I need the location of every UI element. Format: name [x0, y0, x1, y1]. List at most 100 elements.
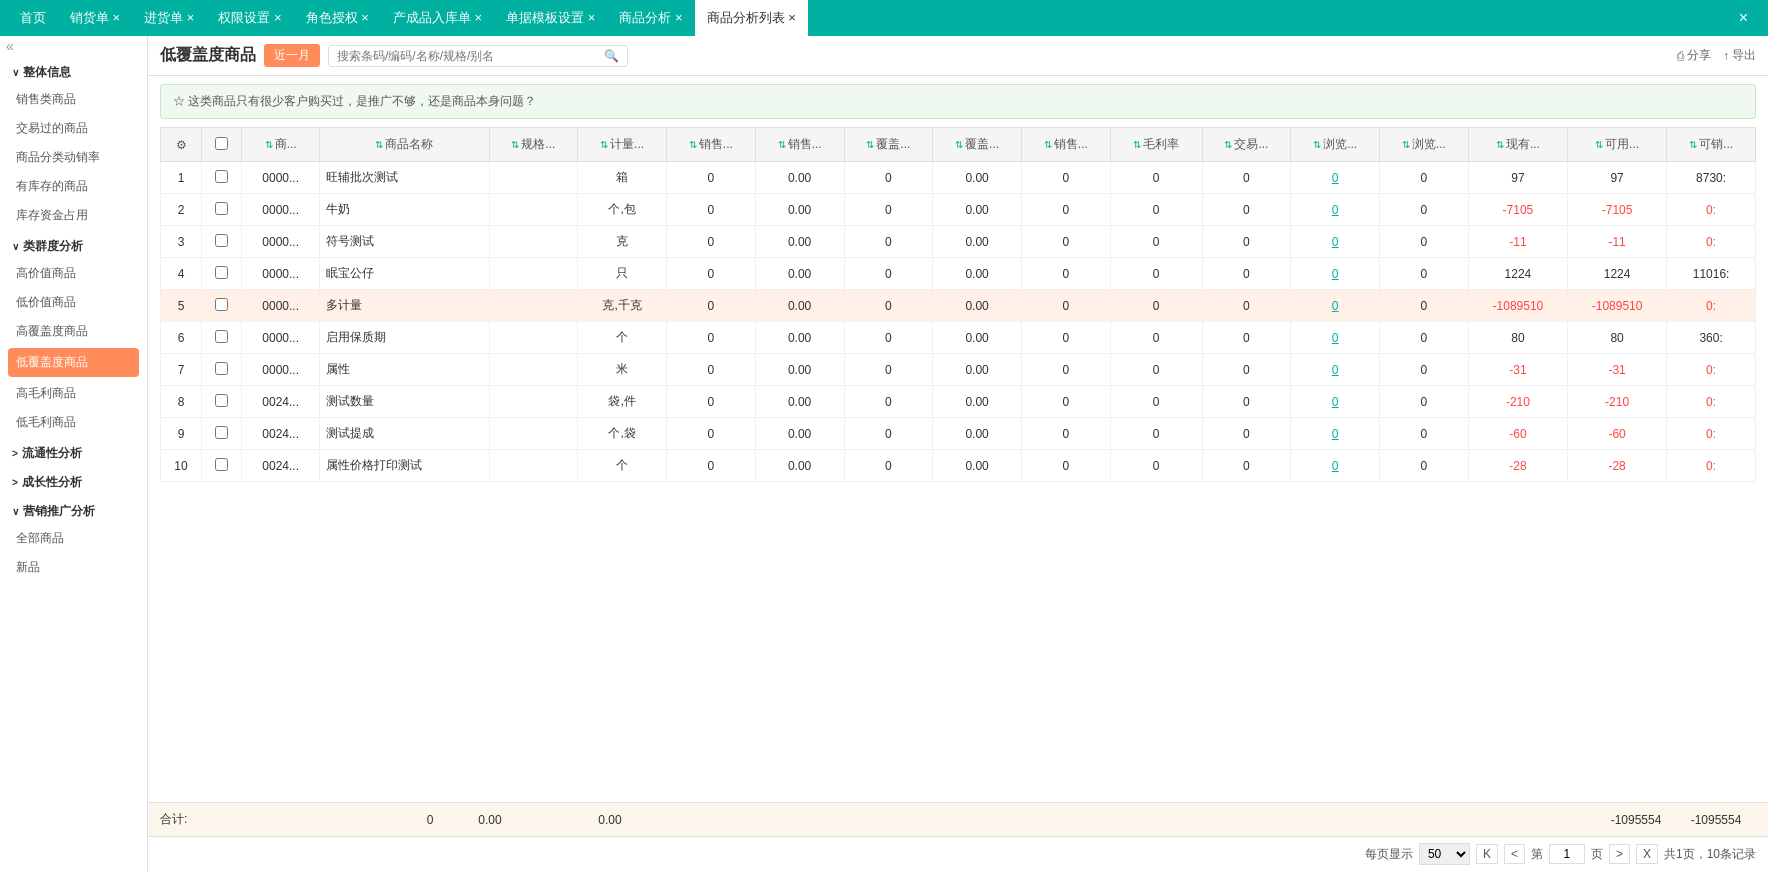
nav-analysis[interactable]: 商品分析 ×: [607, 0, 694, 36]
page-size-select[interactable]: 50 20 100: [1419, 843, 1470, 865]
sidebar-section-liquidity[interactable]: > 流通性分析: [0, 437, 147, 466]
th-code[interactable]: ⇅商...: [242, 128, 319, 162]
sidebar-section-growth[interactable]: > 成长性分析: [0, 466, 147, 495]
th-margin[interactable]: ⇅毛利率: [1110, 128, 1202, 162]
next-page-button[interactable]: >: [1609, 844, 1630, 864]
row-checkbox-3[interactable]: [202, 226, 242, 258]
th-sales-qty[interactable]: ⇅销售...: [667, 128, 756, 162]
search-input[interactable]: [337, 49, 604, 63]
row-name-10: 属性价格打印测试: [319, 450, 489, 482]
row-views1-2[interactable]: 0: [1291, 194, 1380, 226]
row-sales-amt-4: 0.00: [755, 258, 844, 290]
nav-templates[interactable]: 单据模板设置 ×: [494, 0, 607, 36]
row-trans-4: 0: [1202, 258, 1291, 290]
nav-purchase[interactable]: 进货单 ×: [132, 0, 206, 36]
row-views1-8[interactable]: 0: [1291, 386, 1380, 418]
row-checkbox-10[interactable]: [202, 450, 242, 482]
th-unit[interactable]: ⇅计量...: [578, 128, 667, 162]
th-views2[interactable]: ⇅浏览...: [1380, 128, 1469, 162]
th-coverage2[interactable]: ⇅覆盖...: [933, 128, 1022, 162]
row-checkbox-4[interactable]: [202, 258, 242, 290]
sidebar-item-category-rate[interactable]: 商品分类动销率: [0, 143, 147, 172]
th-settings[interactable]: ⚙: [161, 128, 202, 162]
sidebar-item-stock-goods[interactable]: 有库存的商品: [0, 172, 147, 201]
row-avail-stock-4: 1224: [1568, 258, 1667, 290]
nav-roles[interactable]: 角色授权 ×: [294, 0, 381, 36]
row-code-5: 0000...: [242, 290, 319, 322]
nav-permissions[interactable]: 权限设置 ×: [206, 0, 293, 36]
row-checkbox-5[interactable]: [202, 290, 242, 322]
footer-sales-amt: 0.00: [460, 813, 520, 827]
row-unit-4: 只: [578, 258, 667, 290]
sidebar-item-stock-capital[interactable]: 库存资金占用: [0, 201, 147, 230]
sidebar-item-high-coverage[interactable]: 高覆盖度商品: [0, 317, 147, 346]
th-sales3[interactable]: ⇅销售...: [1022, 128, 1111, 162]
row-cov1-6: 0: [844, 322, 933, 354]
table-row: 10 0024... 属性价格打印测试 个 0 0.00 0 0.00 0 0 …: [161, 450, 1756, 482]
sidebar-section-overall[interactable]: ∨ 整体信息: [0, 56, 147, 85]
th-available-stock[interactable]: ⇅可用...: [1568, 128, 1667, 162]
content-area: 低覆盖度商品 近一月 🔍 ⎙ 分享 ↑ 导出 ☆ 这类商品只有很少客户购买过，是…: [148, 36, 1768, 871]
nav-sales[interactable]: 销货单 ×: [58, 0, 132, 36]
row-checkbox-1[interactable]: [202, 162, 242, 194]
sidebar-item-low-margin[interactable]: 低毛利商品: [0, 408, 147, 437]
sidebar-item-new-goods[interactable]: 新品: [0, 553, 147, 582]
row-views1-6[interactable]: 0: [1291, 322, 1380, 354]
prev-page-button[interactable]: <: [1504, 844, 1525, 864]
th-views1[interactable]: ⇅浏览...: [1291, 128, 1380, 162]
row-views1-1[interactable]: 0: [1291, 162, 1380, 194]
sidebar-item-sales-goods[interactable]: 销售类商品: [0, 85, 147, 114]
page-number-input[interactable]: [1549, 844, 1585, 864]
th-coverage1[interactable]: ⇅覆盖...: [844, 128, 933, 162]
sidebar-item-traded-goods[interactable]: 交易过的商品: [0, 114, 147, 143]
sidebar-item-high-margin[interactable]: 高毛利商品: [0, 379, 147, 408]
row-num-5: 5: [161, 290, 202, 322]
row-views1-5[interactable]: 0: [1291, 290, 1380, 322]
nav-analysis-list[interactable]: 商品分析列表 ×: [695, 0, 808, 36]
row-num-2: 2: [161, 194, 202, 226]
row-name-8: 测试数量: [319, 386, 489, 418]
sidebar-item-all-goods[interactable]: 全部商品: [0, 524, 147, 553]
export-button[interactable]: ↑ 导出: [1723, 47, 1756, 64]
th-sales-amt[interactable]: ⇅销售...: [755, 128, 844, 162]
search-icon[interactable]: 🔍: [604, 49, 619, 63]
row-views1-7[interactable]: 0: [1291, 354, 1380, 386]
date-filter-button[interactable]: 近一月: [264, 44, 320, 67]
row-checkbox-8[interactable]: [202, 386, 242, 418]
first-page-button[interactable]: K: [1476, 844, 1498, 864]
row-margin-6: 0: [1110, 322, 1202, 354]
th-current-stock[interactable]: ⇅现有...: [1468, 128, 1567, 162]
th-saleable[interactable]: ⇅可销...: [1667, 128, 1756, 162]
sidebar-item-high-value[interactable]: 高价值商品: [0, 259, 147, 288]
sidebar-section-cluster[interactable]: ∨ 类群度分析: [0, 230, 147, 259]
footer-coverage2: 0.00: [580, 813, 640, 827]
row-checkbox-9[interactable]: [202, 418, 242, 450]
nav-production[interactable]: 产成品入库单 ×: [381, 0, 494, 36]
last-page-button[interactable]: X: [1636, 844, 1658, 864]
row-saleable-7: 0:: [1667, 354, 1756, 386]
nav-home[interactable]: 首页: [8, 0, 58, 36]
row-num-3: 3: [161, 226, 202, 258]
sidebar-item-low-coverage[interactable]: 低覆盖度商品: [8, 348, 139, 377]
row-sales-qty-2: 0: [667, 194, 756, 226]
row-views1-4[interactable]: 0: [1291, 258, 1380, 290]
sidebar-section-marketing[interactable]: ∨ 营销推广分析: [0, 495, 147, 524]
th-name[interactable]: ⇅商品名称: [319, 128, 489, 162]
window-close-button[interactable]: ×: [1727, 9, 1760, 27]
row-views1-3[interactable]: 0: [1291, 226, 1380, 258]
select-all-checkbox[interactable]: [215, 137, 228, 150]
sidebar-collapse-button[interactable]: «: [0, 36, 147, 56]
row-checkbox-6[interactable]: [202, 322, 242, 354]
share-button[interactable]: ⎙ 分享: [1677, 47, 1711, 64]
row-checkbox-7[interactable]: [202, 354, 242, 386]
row-spec-9: [489, 418, 578, 450]
row-sales-qty-7: 0: [667, 354, 756, 386]
row-views1-9[interactable]: 0: [1291, 418, 1380, 450]
th-trans[interactable]: ⇅交易...: [1202, 128, 1291, 162]
row-views1-10[interactable]: 0: [1291, 450, 1380, 482]
row-cov1-9: 0: [844, 418, 933, 450]
th-spec[interactable]: ⇅规格...: [489, 128, 578, 162]
th-checkbox[interactable]: [202, 128, 242, 162]
sidebar-item-low-value[interactable]: 低价值商品: [0, 288, 147, 317]
row-checkbox-2[interactable]: [202, 194, 242, 226]
